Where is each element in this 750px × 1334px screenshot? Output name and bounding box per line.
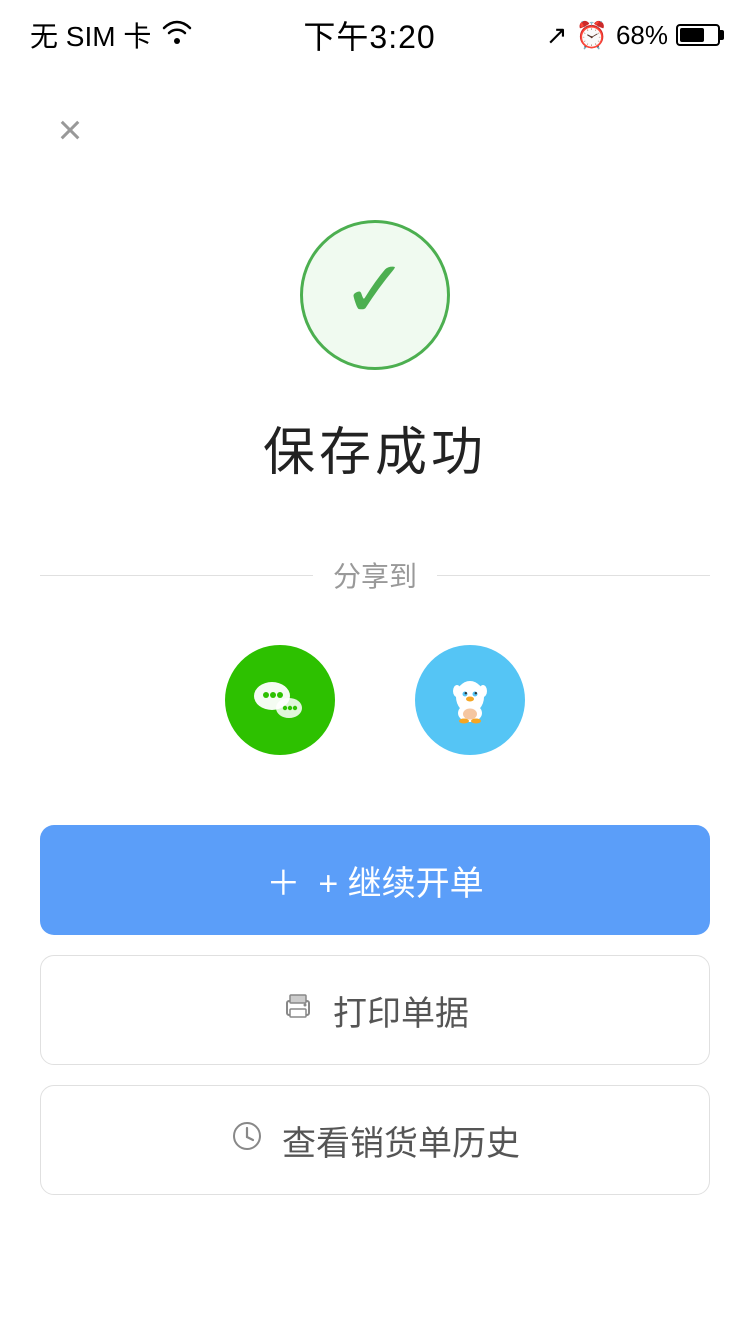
- share-label: 分享到: [333, 555, 417, 595]
- history-label: 查看销货单历史: [282, 1116, 520, 1165]
- print-icon: [281, 989, 315, 1032]
- plus-icon: ＋: [266, 856, 300, 905]
- qq-share-button[interactable]: [415, 645, 525, 755]
- time-display: 下午3:20: [303, 12, 435, 58]
- continue-order-label: + 继续开单: [318, 856, 483, 905]
- qq-icon: [441, 671, 499, 729]
- close-icon: ×: [58, 109, 83, 151]
- wechat-share-button[interactable]: [225, 645, 335, 755]
- share-divider: 分享到: [40, 555, 710, 595]
- print-button[interactable]: 打印单据: [40, 955, 710, 1065]
- sim-status: 无 SIM 卡: [30, 15, 151, 55]
- success-circle: ✓: [300, 220, 450, 370]
- wechat-icon: [249, 674, 311, 726]
- battery-percent: 68%: [616, 20, 668, 51]
- success-section: ✓ 保存成功: [0, 180, 750, 515]
- close-area: ×: [0, 70, 750, 180]
- view-history-button[interactable]: 查看销货单历史: [40, 1085, 710, 1195]
- success-title: 保存成功: [263, 410, 487, 485]
- history-icon: [230, 1119, 264, 1162]
- divider-line-right: [437, 575, 710, 576]
- alarm-icon: ⏰: [576, 20, 608, 51]
- status-bar: 无 SIM 卡 下午3:20 ↗ ⏰ 68%: [0, 0, 750, 70]
- battery-icon: [676, 24, 720, 46]
- share-icons: [40, 645, 710, 755]
- close-button[interactable]: ×: [40, 100, 100, 160]
- actions-section: ＋ + 继续开单 打印单据 查看销货单历史: [0, 795, 750, 1195]
- check-icon: ✓: [341, 250, 408, 330]
- continue-order-button[interactable]: ＋ + 继续开单: [40, 825, 710, 935]
- status-right: ↗ ⏰ 68%: [546, 20, 720, 51]
- print-label: 打印单据: [333, 986, 469, 1035]
- wifi-icon: [161, 19, 193, 51]
- share-section: 分享到: [0, 555, 750, 775]
- location-icon: ↗: [546, 20, 568, 51]
- divider-line-left: [40, 575, 313, 576]
- status-left: 无 SIM 卡: [30, 15, 193, 55]
- battery-fill: [680, 28, 704, 42]
